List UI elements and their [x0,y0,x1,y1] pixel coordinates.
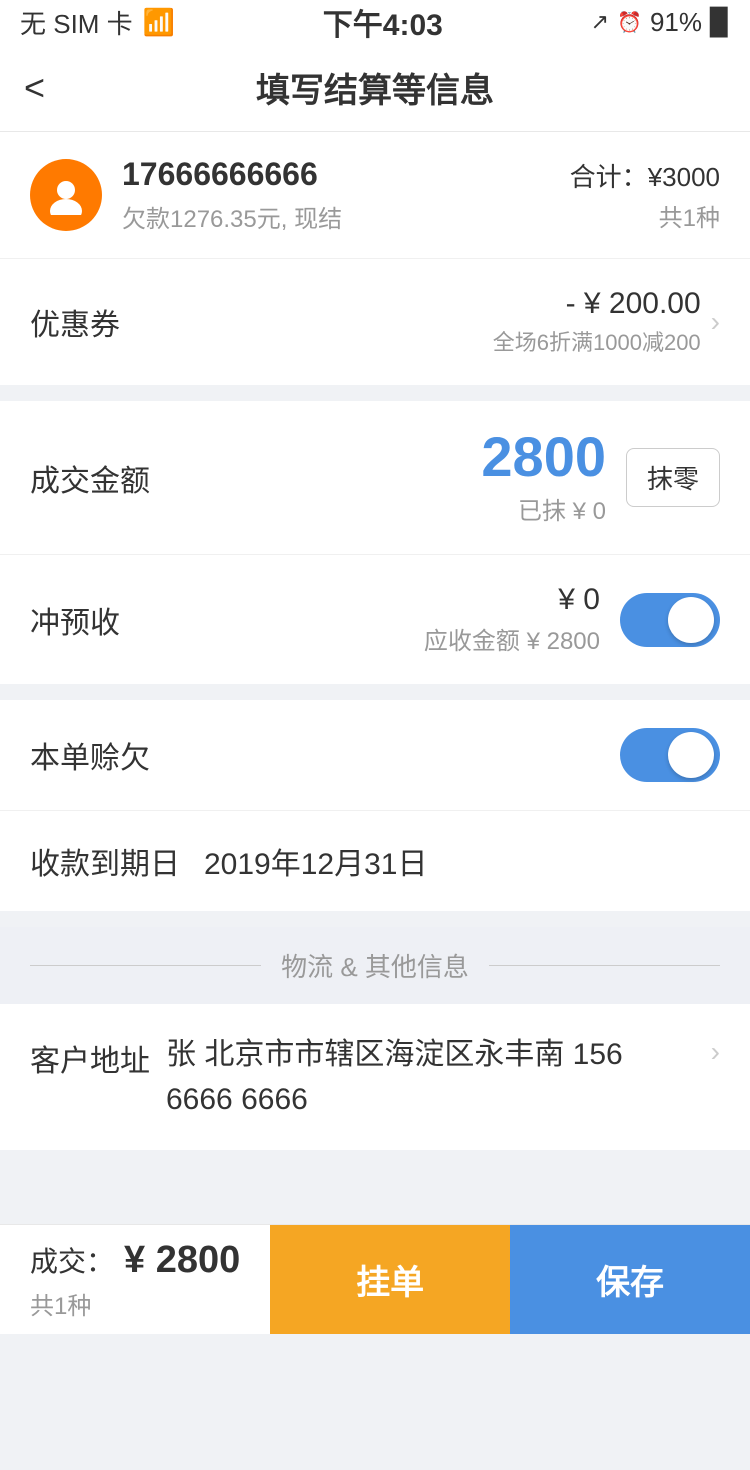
pre-collection-right: ¥ 0 应收金额 ¥ 2800 [424,583,720,656]
bottom-summary: 成交： ¥ 2800 共1种 [0,1239,270,1321]
coupon-section[interactable]: 优惠券 - ¥ 200.00 全场6折满1000减200 › [0,258,750,385]
section-divider-3 [0,911,750,927]
status-right: ↗ ⏰ 91% ▉ [591,7,730,38]
battery-label: 91% [650,7,702,38]
debt-label: 本单赊欠 [30,733,150,777]
round-button[interactable]: 抹零 [626,448,720,507]
customer-section: 17666666666 欠款1276.35元, 现结 合计：¥3000 共1种 [0,132,750,258]
total-label: 合计：¥3000 [570,157,720,194]
customer-debt: 欠款1276.35元, 现结 [122,199,342,234]
time-display: 下午4:03 [323,0,443,44]
pre-collection-section: 冲预收 ¥ 0 应收金额 ¥ 2800 [0,554,750,684]
toggle-knob [668,597,714,643]
due-date-row: 收款到期日 2019年12月31日 [30,839,720,883]
pre-collection-toggle[interactable] [620,593,720,647]
back-button[interactable]: < [24,67,45,109]
bottom-buttons: 挂单 保存 [270,1225,750,1334]
bottom-deal-amount: ¥ 2800 [124,1239,240,1282]
customer-info: 17666666666 欠款1276.35元, 现结 [122,156,342,234]
section-divider-1 [0,385,750,401]
carrier-label: 无 SIM 卡 [20,4,133,41]
logistics-line-left [30,965,261,966]
debt-row: 本单赊欠 [30,728,720,782]
logistics-section: 物流 & 其他信息 [0,927,750,1004]
address-content: 张 北京市市辖区海淀区永丰南 156 6666 6666 [166,1032,695,1122]
hang-button[interactable]: 挂单 [270,1225,510,1334]
deal-section: 成交金额 2800 已抹 ¥ 0 抹零 [0,401,750,554]
bottom-deal-label: 成交： [30,1240,114,1280]
customer-right: 合计：¥3000 共1种 [570,157,720,233]
chevron-right-icon: › [711,306,720,338]
deal-amount: 2800 [481,429,606,485]
due-date-value: 2019年12月31日 [204,839,427,883]
wifi-icon: 📶 [143,7,175,38]
logistics-label: 物流 & 其他信息 [281,947,469,984]
customer-left: 17666666666 欠款1276.35元, 现结 [30,156,342,234]
alarm-icon: ⏰ [617,10,642,35]
status-left: 无 SIM 卡 📶 [20,4,175,41]
avatar-icon [46,175,86,215]
coupon-right: - ¥ 200.00 全场6折满1000减200 › [493,287,720,357]
total-count: 共1种 [570,198,720,233]
location-icon: ↗ [591,9,609,35]
deal-wiped: 已抹 ¥ 0 [481,491,606,526]
deal-row: 成交金额 2800 已抹 ¥ 0 抹零 [30,429,720,526]
pre-amount: ¥ 0 [424,583,600,617]
avatar [30,159,102,231]
page-header: < 填写结算等信息 [0,44,750,132]
pre-receivable: 应收金额 ¥ 2800 [424,621,600,656]
bottom-bar: 成交： ¥ 2800 共1种 挂单 保存 [0,1224,750,1334]
debt-toggle[interactable] [620,728,720,782]
bottom-count: 共1种 [30,1286,240,1321]
deal-right: 2800 已抹 ¥ 0 抹零 [481,429,720,526]
section-divider-2 [0,684,750,700]
coupon-label: 优惠券 [30,300,120,344]
coupon-desc: 全场6折满1000减200 [493,325,701,357]
debt-section: 本单赊欠 [0,700,750,810]
deal-label: 成交金额 [30,456,150,500]
address-label: 客户地址 [30,1032,150,1080]
deal-amount-wrap: 2800 已抹 ¥ 0 [481,429,606,526]
save-button[interactable]: 保存 [510,1225,750,1334]
battery-icon: ▉ [710,7,730,38]
address-section[interactable]: 客户地址 张 北京市市辖区海淀区永丰南 156 6666 6666 › [0,1004,750,1150]
due-date-label: 收款到期日 [30,839,180,883]
customer-phone: 17666666666 [122,156,342,193]
bottom-deal: 成交： ¥ 2800 [30,1239,240,1282]
status-bar: 无 SIM 卡 📶 下午4:03 ↗ ⏰ 91% ▉ [0,0,750,44]
due-date-section: 收款到期日 2019年12月31日 [0,810,750,911]
page-title: 填写结算等信息 [256,63,494,112]
debt-toggle-knob [668,732,714,778]
logistics-line-right [489,965,720,966]
address-chevron-icon: › [711,1032,720,1068]
coupon-text-wrap: - ¥ 200.00 全场6折满1000减200 [493,287,701,357]
pre-amount-wrap: ¥ 0 应收金额 ¥ 2800 [424,583,600,656]
pre-collection-label: 冲预收 [30,598,120,642]
pre-collection-row: 冲预收 ¥ 0 应收金额 ¥ 2800 [30,583,720,656]
coupon-amount: - ¥ 200.00 [493,287,701,321]
